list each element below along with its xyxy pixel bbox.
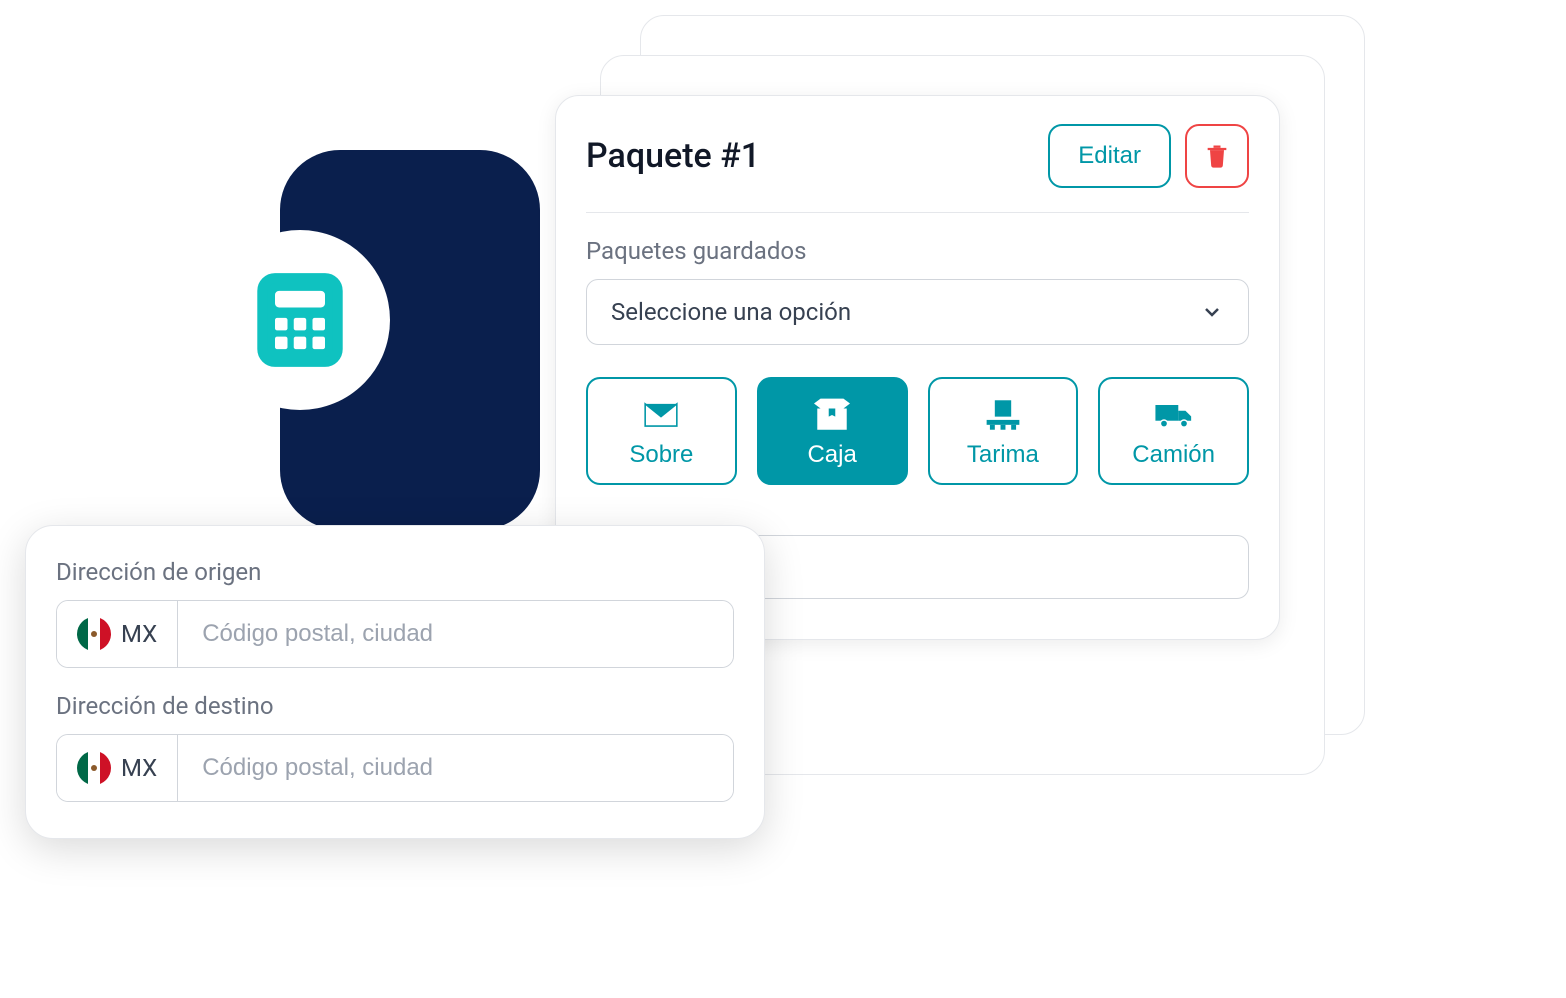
type-label: Sobre (629, 441, 693, 469)
box-icon (812, 397, 852, 433)
destination-field-group: Dirección de destino MX (56, 692, 734, 802)
chevron-down-icon (1200, 300, 1224, 324)
destination-location-input[interactable] (178, 735, 733, 801)
type-caja[interactable]: Caja (757, 377, 908, 485)
mexico-flag-icon (77, 617, 111, 651)
origin-country-selector[interactable]: MX (57, 601, 178, 667)
package-header: Paquete #1 Editar (586, 124, 1249, 213)
package-type-selector: Sobre Caja (586, 377, 1249, 485)
calculator-icon (250, 270, 350, 370)
origin-label: Dirección de origen (56, 558, 734, 586)
saved-packages-dropdown[interactable]: Seleccione una opción (586, 279, 1249, 345)
calculator-badge (210, 230, 390, 410)
type-label: Tarima (967, 441, 1039, 469)
origin-input-row: MX (56, 600, 734, 668)
trash-icon (1203, 142, 1231, 170)
mexico-flag-icon (77, 751, 111, 785)
pallet-icon (983, 397, 1023, 433)
type-tarima[interactable]: Tarima (928, 377, 1079, 485)
origin-field-group: Dirección de origen MX (56, 558, 734, 668)
destination-label: Dirección de destino (56, 692, 734, 720)
package-title: Paquete #1 (586, 136, 760, 176)
origin-location-input[interactable] (178, 601, 733, 667)
edit-button[interactable]: Editar (1048, 124, 1171, 188)
header-actions: Editar (1048, 124, 1249, 188)
destination-country-code: MX (121, 754, 157, 782)
truck-icon (1154, 397, 1194, 433)
type-sobre[interactable]: Sobre (586, 377, 737, 485)
address-card: Dirección de origen MX Dirección de dest… (25, 525, 765, 839)
type-label: Caja (807, 441, 856, 469)
envelope-icon (641, 397, 681, 433)
saved-packages-label: Paquetes guardados (586, 237, 1249, 265)
dropdown-placeholder: Seleccione una opción (611, 298, 851, 326)
type-label: Camión (1132, 441, 1215, 469)
delete-button[interactable] (1185, 124, 1249, 188)
origin-country-code: MX (121, 620, 157, 648)
destination-country-selector[interactable]: MX (57, 735, 178, 801)
destination-input-row: MX (56, 734, 734, 802)
type-camion[interactable]: Camión (1098, 377, 1249, 485)
